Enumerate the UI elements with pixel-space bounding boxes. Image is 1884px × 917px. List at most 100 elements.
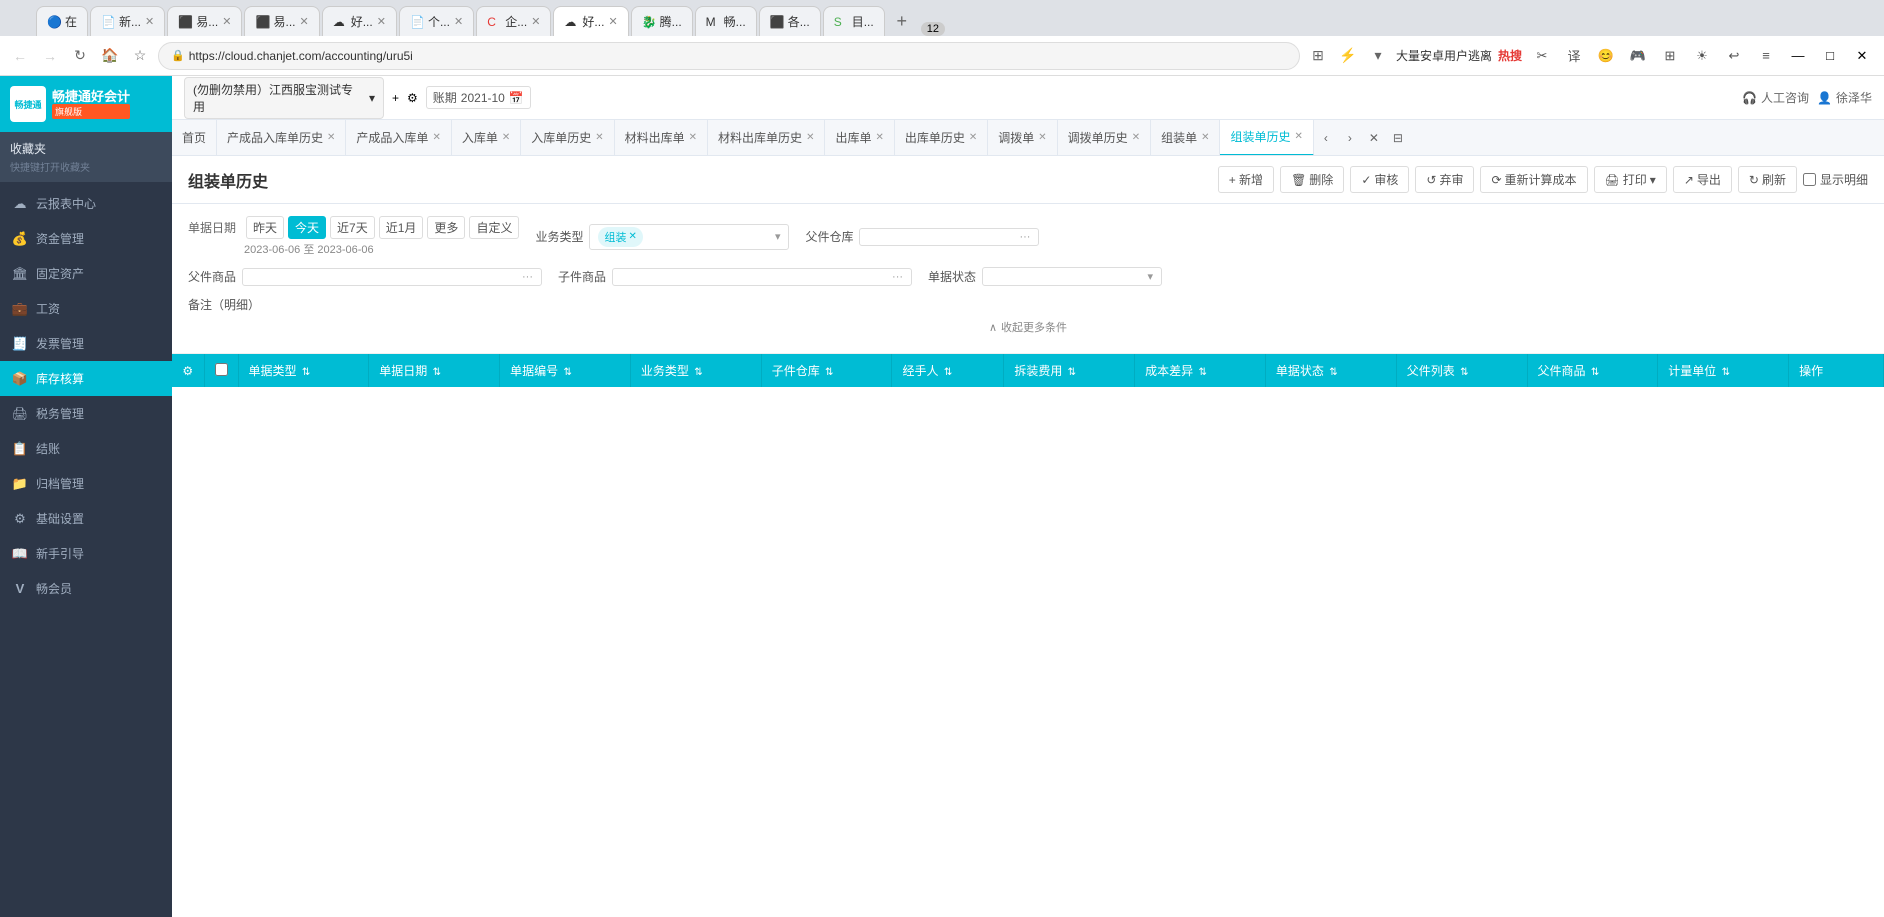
page-tab-out-order[interactable]: 出库单 ✕ (825, 120, 894, 156)
delete-button[interactable]: 🗑 删除 (1280, 166, 1344, 193)
browser-tab-7[interactable]: C 企... ✕ (476, 6, 551, 36)
add-company-btn[interactable]: + (392, 91, 399, 105)
address-bar[interactable]: 🔒 https://cloud.chanjet.com/accounting/u… (158, 42, 1300, 70)
browser-tab-5[interactable]: ☁ 好... ✕ (322, 6, 397, 36)
date-btn-last1month[interactable]: 近1月 (379, 216, 424, 239)
date-btn-custom[interactable]: 自定义 (469, 216, 519, 239)
sidebar-item-cloud-report[interactable]: ☁ 云报表中心 (0, 186, 172, 221)
th-order-type[interactable]: 单据类型 ⇅ (238, 354, 369, 387)
th-checkbox[interactable] (204, 354, 238, 387)
th-unit[interactable]: 计量单位 ⇅ (1658, 354, 1789, 387)
close-in-order[interactable]: ✕ (502, 132, 510, 143)
settings-btn[interactable]: ⚙ (407, 91, 418, 105)
favorites-sub[interactable]: 快捷键打开收藏夹 (10, 159, 162, 174)
date-btn-today[interactable]: 今天 (288, 216, 326, 239)
sidebar-favorites[interactable]: 收藏夹 快捷键打开收藏夹 (0, 132, 172, 182)
period-selector[interactable]: 账期 2021-10 📅 (426, 86, 531, 109)
close-assemble-hist[interactable]: ✕ (1295, 131, 1303, 142)
audit-button[interactable]: ✓ 审核 (1350, 166, 1409, 193)
parent-goods-input[interactable]: ··· (242, 268, 542, 286)
close-out-order[interactable]: ✕ (875, 132, 883, 143)
export-button[interactable]: ↗ 导出 (1673, 166, 1732, 193)
page-tab-in-order[interactable]: 入库单 ✕ (452, 120, 521, 156)
th-biz-type[interactable]: 业务类型 ⇅ (630, 354, 761, 387)
browser-tab-1[interactable]: 🔵 在 (36, 6, 88, 36)
date-btn-more[interactable]: 更多 (427, 216, 465, 239)
sidebar-item-archive[interactable]: 📁 归档管理 (0, 466, 172, 501)
close-adjust[interactable]: ✕ (1038, 132, 1046, 143)
sidebar-item-tax[interactable]: 🖨 税务管理 (0, 396, 172, 431)
th-order-date[interactable]: 单据日期 ⇅ (369, 354, 500, 387)
tab-close-8[interactable]: ✕ (608, 15, 617, 28)
refresh-button[interactable]: ↻ 刷新 (1738, 166, 1797, 193)
browser-tab-4[interactable]: ⬛ 易... ✕ (244, 6, 319, 36)
close-prod-in[interactable]: ✕ (432, 132, 440, 143)
sidebar-item-salary[interactable]: 💼 工资 (0, 291, 172, 326)
th-settings[interactable]: ⚙ (172, 354, 204, 387)
game-tool[interactable]: 🎮 (1624, 42, 1652, 70)
page-tab-assemble-hist[interactable]: 组装单历史 ✕ (1220, 120, 1313, 156)
favorites-title[interactable]: 收藏夹 (10, 140, 162, 157)
close-in-hist[interactable]: ✕ (595, 132, 603, 143)
browser-tab-10[interactable]: M 畅... (695, 6, 757, 36)
th-parent-list[interactable]: 父件列表 ⇅ (1396, 354, 1527, 387)
table-settings-icon[interactable]: ⚙ (182, 364, 194, 378)
browser-tab-2[interactable]: 📄 新... ✕ (90, 6, 165, 36)
page-tab-adjust-hist[interactable]: 调拨单历史 ✕ (1058, 120, 1151, 156)
brightness-tool[interactable]: ☀ (1688, 42, 1716, 70)
page-tab-prod-in[interactable]: 产成品入库单 ✕ (346, 120, 451, 156)
th-order-no[interactable]: 单据编号 ⇅ (500, 354, 631, 387)
tab-nav-right[interactable]: › (1338, 120, 1362, 156)
bookmark-button[interactable]: ☆ (128, 44, 152, 68)
new-button[interactable]: + 新增 (1218, 166, 1274, 193)
maximize-button[interactable]: □ (1816, 42, 1844, 70)
sidebar-item-invoice[interactable]: 🧾 发票管理 (0, 326, 172, 361)
scissors-tool[interactable]: ✂ (1528, 42, 1556, 70)
reload-button[interactable]: ↻ (68, 44, 92, 68)
th-handler[interactable]: 经手人 ⇅ (892, 354, 1004, 387)
lightning-button[interactable]: ⚡ (1336, 44, 1360, 68)
company-selector[interactable]: (勿删勿禁用）江西服宝测试专用 ▾ (184, 77, 384, 119)
order-status-select[interactable]: ▾ (982, 267, 1162, 286)
close-adjust-hist[interactable]: ✕ (1132, 132, 1140, 143)
show-detail-input[interactable] (1803, 173, 1816, 186)
page-tab-out-hist[interactable]: 出库单历史 ✕ (895, 120, 988, 156)
back-button[interactable]: ← (8, 44, 32, 68)
page-tab-prod-in-hist[interactable]: 产成品入库单历史 ✕ (217, 120, 346, 156)
close-mat-out-hist[interactable]: ✕ (806, 132, 814, 143)
tab-nav-left[interactable]: ‹ (1314, 120, 1338, 156)
parent-warehouse-input[interactable]: ··· (859, 228, 1039, 246)
grid-tool[interactable]: ⊞ (1656, 42, 1684, 70)
close-button[interactable]: ✕ (1848, 42, 1876, 70)
sidebar-item-fixed-assets[interactable]: 🏛 固定资产 (0, 256, 172, 291)
dropdown-button[interactable]: ▾ (1366, 44, 1390, 68)
recalculate-button[interactable]: ⟳ 重新计算成本 (1480, 166, 1587, 193)
sidebar-item-fund[interactable]: 💰 资金管理 (0, 221, 172, 256)
tab-close-5[interactable]: ✕ (377, 15, 386, 28)
page-tab-in-hist[interactable]: 入库单历史 ✕ (521, 120, 614, 156)
undo-tool[interactable]: ↩ (1720, 42, 1748, 70)
home-button[interactable]: 🏠 (98, 44, 122, 68)
page-tab-mat-out-hist[interactable]: 材料出库单历史 ✕ (708, 120, 825, 156)
close-prod-in-hist[interactable]: ✕ (327, 132, 335, 143)
tab-close-4[interactable]: ✕ (300, 15, 309, 28)
browser-tab-11[interactable]: ⬛ 各... (759, 6, 821, 36)
th-parent-goods[interactable]: 父件商品 ⇅ (1527, 354, 1658, 387)
minimize-button[interactable]: — (1784, 42, 1812, 70)
browser-tab-12[interactable]: S 目... (823, 6, 885, 36)
page-tab-assemble[interactable]: 组装单 ✕ (1151, 120, 1220, 156)
sidebar-item-basic[interactable]: ⚙ 基础设置 (0, 501, 172, 536)
biz-type-input[interactable]: 组装 ✕ ▾ (589, 224, 789, 250)
browser-tab-3[interactable]: ⬛ 易... ✕ (167, 6, 242, 36)
tab-close-6[interactable]: ✕ (454, 15, 463, 28)
close-mat-out[interactable]: ✕ (689, 132, 697, 143)
date-btn-last7days[interactable]: 近7天 (330, 216, 375, 239)
sidebar-item-settlement[interactable]: 📋 结账 (0, 431, 172, 466)
tab-close-7[interactable]: ✕ (531, 15, 540, 28)
th-cost-diff[interactable]: 成本差异 ⇅ (1135, 354, 1266, 387)
biz-type-tag-close[interactable]: ✕ (628, 231, 636, 242)
sidebar-item-guide[interactable]: 📖 新手引导 (0, 536, 172, 571)
browser-tab-8[interactable]: ☁ 好... ✕ (553, 6, 628, 36)
show-detail-checkbox[interactable]: 显示明细 (1803, 171, 1868, 188)
browser-tab-6[interactable]: 📄 个... ✕ (399, 6, 474, 36)
